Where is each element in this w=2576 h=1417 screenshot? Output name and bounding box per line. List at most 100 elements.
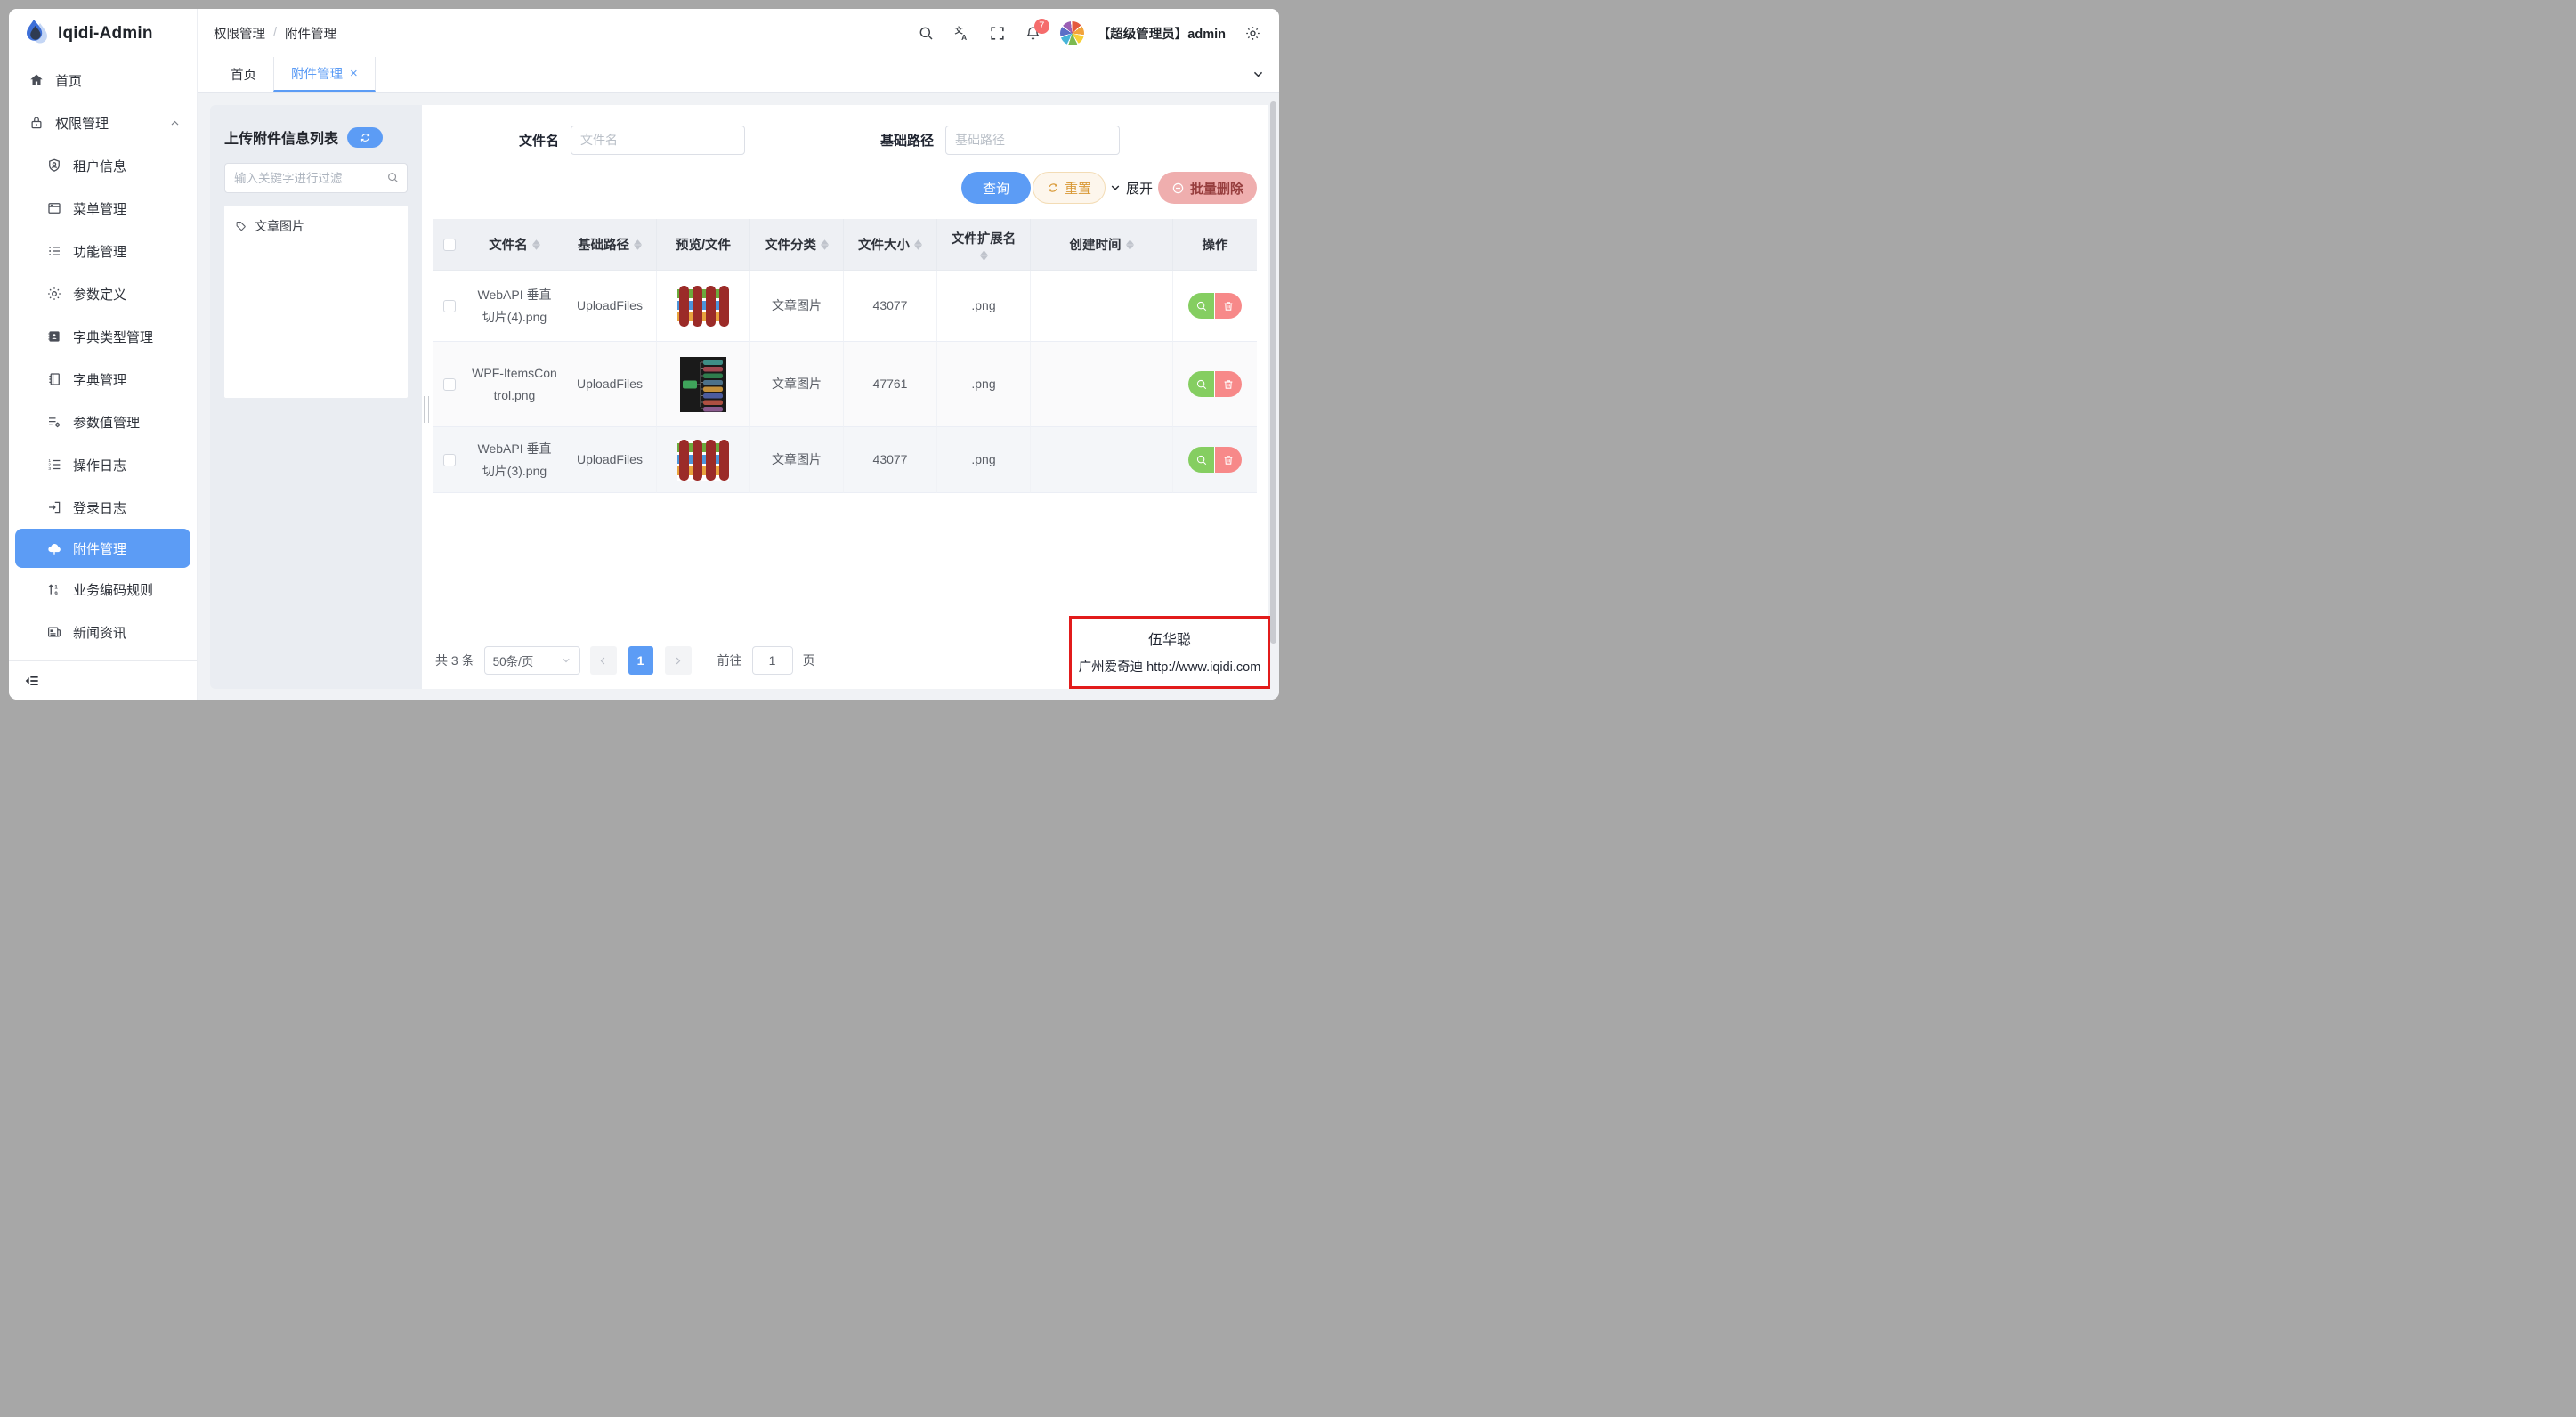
refresh-tree-button[interactable] [347, 126, 384, 148]
sidebar-item-news[interactable]: 新闻资讯 [9, 611, 197, 653]
breadcrumb: 权限管理 / 附件管理 [214, 24, 336, 43]
magnifier-icon [1195, 378, 1208, 391]
expand-toggle[interactable]: 展开 [1109, 179, 1153, 198]
tab-list-chevron-down-icon[interactable] [1252, 57, 1265, 92]
table-row: WPF-ItemsControl.png UploadFiles 文章图片 47… [433, 342, 1257, 427]
attachment-table-card: 文件名 基础路径 查询 重置 [422, 105, 1268, 689]
itemscontrol-diagram-preview-image[interactable] [680, 356, 726, 412]
settings-gear-icon[interactable] [1244, 25, 1261, 42]
col-extension[interactable]: 文件扩展名 [937, 219, 1031, 271]
dictionary-book-icon [46, 371, 62, 387]
next-page-button[interactable] [664, 646, 692, 675]
collapse-sidebar-icon[interactable] [23, 672, 41, 690]
tab-home[interactable]: 首页 [214, 57, 273, 92]
col-category[interactable]: 文件分类 [750, 219, 844, 271]
watermark-box: 伍华聪 广州爱奇迪 http://www.iqidi.com [1069, 616, 1270, 689]
logo: Iqidi-Admin [9, 9, 197, 59]
topbar-icons: 7 【超级管理员】admin [918, 18, 1261, 45]
tag-icon [234, 220, 247, 233]
tab-attachments[interactable]: 附件管理 × [273, 57, 376, 92]
select-all-cell [433, 219, 466, 271]
close-tab-icon[interactable]: × [350, 67, 358, 80]
gear-icon [46, 286, 62, 302]
page-unit-label: 页 [802, 653, 815, 668]
page-1-button[interactable]: 1 [628, 646, 653, 675]
reset-refresh-icon [1047, 182, 1059, 194]
notification-badge: 7 [1033, 18, 1049, 34]
basepath-field-label: 基础路径 [880, 133, 935, 149]
delete-row-button[interactable] [1215, 293, 1242, 319]
basepath-input[interactable] [945, 125, 1121, 155]
attachments-table: 文件名 基础路径 预览/文件 文件分类 文件大小 文件扩展名 创建时间 操作 W… [433, 219, 1257, 493]
translate-icon[interactable] [953, 25, 970, 42]
avatar[interactable] [1059, 20, 1084, 45]
sidebar-item-menus[interactable]: 菜单管理 [9, 187, 197, 230]
delete-row-button[interactable] [1215, 371, 1242, 397]
numbered-list-icon [46, 457, 62, 473]
goto-page-input[interactable] [751, 646, 793, 675]
col-filename[interactable]: 文件名 [466, 219, 563, 271]
tree-node-article-images[interactable]: 文章图片 [234, 217, 398, 235]
sidebar-item-dict-types[interactable]: 字典类型管理 [9, 315, 197, 358]
sidebar-item-param-values[interactable]: 参数值管理 [9, 401, 197, 443]
lock-icon [28, 115, 45, 131]
view-row-button[interactable] [1188, 293, 1215, 319]
notifications-bell-icon[interactable]: 7 [1025, 18, 1049, 42]
query-button[interactable]: 查询 [960, 172, 1031, 204]
topbar: 权限管理 / 附件管理 7 【超级管理员】admin [198, 9, 1279, 57]
row-checkbox[interactable] [443, 299, 456, 312]
col-actions: 操作 [1173, 219, 1257, 271]
scrollbar-thumb[interactable] [1270, 101, 1276, 644]
sidebar-group-permissions[interactable]: 权限管理 [9, 101, 197, 144]
news-icon [46, 624, 62, 640]
view-row-button[interactable] [1188, 371, 1215, 397]
magnifier-icon [1195, 300, 1208, 312]
menu-window-icon [46, 200, 62, 216]
row-checkbox[interactable] [443, 453, 456, 466]
minus-circle-icon [1171, 182, 1185, 195]
sidebar-item-business-code-rules[interactable]: 业务编码规则 [9, 568, 197, 611]
fullscreen-icon[interactable] [989, 25, 1006, 42]
sort-carets-icon [980, 250, 988, 261]
col-created[interactable]: 创建时间 [1031, 219, 1173, 271]
cell-created [1031, 271, 1173, 342]
row-checkbox[interactable] [443, 377, 456, 391]
prev-page-button[interactable] [589, 646, 617, 675]
filename-input[interactable] [571, 125, 746, 155]
sidebar-item-operation-log[interactable]: 操作日志 [9, 443, 197, 486]
sort-carets-icon [532, 239, 540, 250]
current-user[interactable]: 【超级管理员】admin [1098, 24, 1226, 43]
vertical-slices-preview-image[interactable] [677, 285, 729, 327]
cell-filesize: 43077 [844, 271, 937, 342]
sidebar-item-tenants[interactable]: 租户信息 [9, 144, 197, 187]
breadcrumb-separator: / [273, 26, 278, 40]
sidebar-item-home[interactable]: 首页 [9, 59, 197, 101]
trash-icon [1222, 378, 1235, 391]
search-icon[interactable] [918, 25, 935, 42]
cloud-upload-icon [46, 540, 62, 556]
delete-row-button[interactable] [1215, 447, 1242, 473]
sidebar-item-param-define[interactable]: 参数定义 [9, 272, 197, 315]
filter-search-icon [386, 171, 400, 184]
breadcrumb-permissions[interactable]: 权限管理 [214, 24, 265, 43]
select-all-checkbox[interactable] [443, 238, 456, 251]
panel-splitter-handle[interactable] [424, 396, 431, 423]
cell-extension: .png [937, 342, 1031, 427]
app-title: Iqidi-Admin [58, 24, 153, 43]
watermark-company-url: 广州爱奇迪 http://www.iqidi.com [1078, 660, 1261, 675]
reset-button[interactable]: 重置 [1032, 172, 1106, 204]
cell-filesize: 47761 [844, 342, 937, 427]
batch-delete-button[interactable]: 批量删除 [1157, 172, 1257, 204]
sidebar-item-dicts[interactable]: 字典管理 [9, 358, 197, 401]
col-filesize[interactable]: 文件大小 [844, 219, 937, 271]
sort-carets-icon [821, 239, 829, 250]
sidebar-item-attachments[interactable]: 附件管理 [15, 529, 190, 568]
sidebar-item-functions[interactable]: 功能管理 [9, 230, 197, 272]
view-row-button[interactable] [1188, 447, 1215, 473]
chevron-right-icon [673, 656, 683, 666]
vertical-slices-preview-image[interactable] [677, 439, 729, 481]
sidebar-item-login-log[interactable]: 登录日志 [9, 486, 197, 529]
tree-filter-input[interactable] [224, 163, 408, 193]
page-size-select[interactable]: 50条/页 [483, 646, 580, 675]
col-basepath[interactable]: 基础路径 [563, 219, 657, 271]
